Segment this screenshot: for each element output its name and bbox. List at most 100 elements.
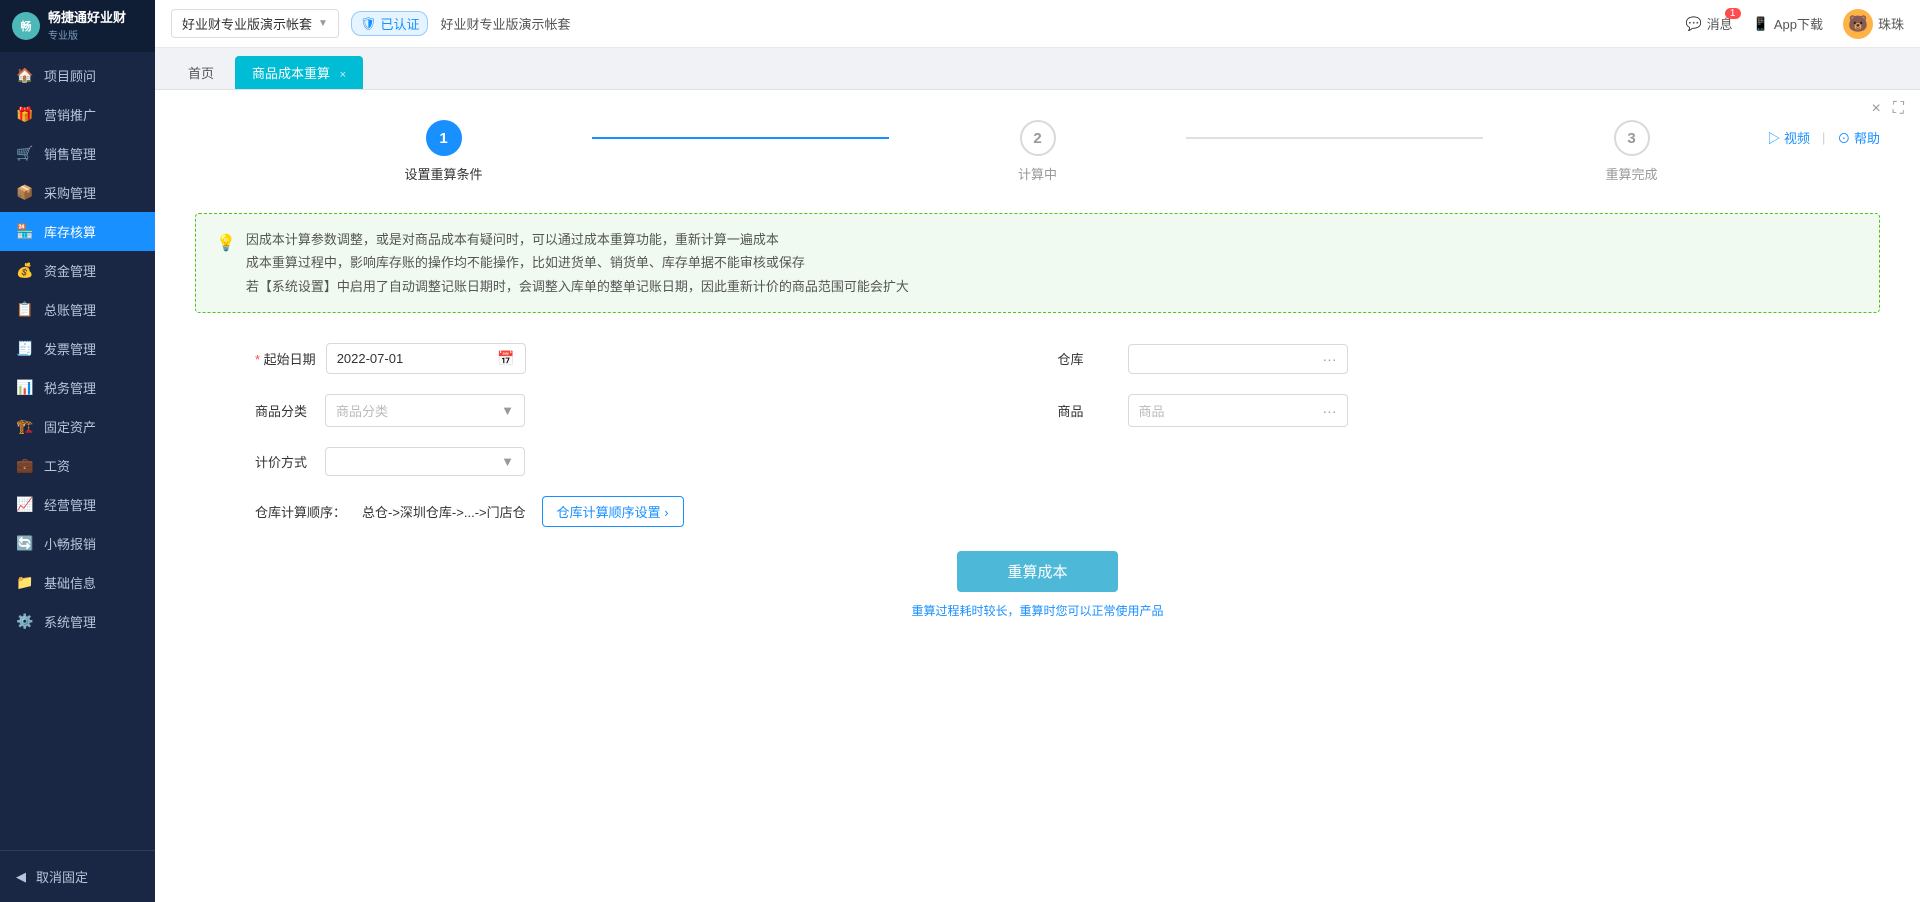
tab-cost-recalc[interactable]: 商品成本重算 × xyxy=(235,56,363,89)
operations-icon: 📈 xyxy=(16,496,34,514)
step-2-circle: 2 xyxy=(1020,120,1056,156)
form-row-2: 商品分类 商品分类 ▼ 商品 商品 ··· xyxy=(255,394,1820,427)
step-3: 3 重算完成 xyxy=(1483,120,1780,183)
form-row-3: 计价方式 ▼ xyxy=(255,447,1820,476)
step-line-1 xyxy=(592,137,889,139)
close-window-button[interactable]: × xyxy=(1871,100,1880,118)
sidebar-bottom: ◀ 取消固定 xyxy=(0,850,155,902)
submit-hint: 重算过程耗时较长，重算时您可以正常使用产品 xyxy=(911,602,1163,619)
sidebar-item-label: 工资 xyxy=(44,456,70,475)
calendar-icon[interactable]: 📅 xyxy=(497,350,514,367)
sidebar-item-sales[interactable]: 🛒 销售管理 xyxy=(0,134,155,173)
category-select[interactable]: 商品分类 ▼ xyxy=(325,394,525,427)
sidebar-item-system[interactable]: ⚙️ 系统管理 xyxy=(0,602,155,641)
sidebar-item-label: 小畅报销 xyxy=(44,534,96,553)
sidebar-item-label: 基础信息 xyxy=(44,573,96,592)
sidebar-item-label: 库存核算 xyxy=(44,222,96,241)
sidebar-item-assets[interactable]: 🏗️ 固定资产 xyxy=(0,407,155,446)
sales-icon: 🛒 xyxy=(16,145,34,163)
sidebar-item-label: 总账管理 xyxy=(44,300,96,319)
sidebar-item-label: 税务管理 xyxy=(44,378,96,397)
tab-close-icon[interactable]: × xyxy=(340,69,346,81)
sidebar-item-project[interactable]: 🏠项目顾问 xyxy=(0,56,155,95)
submit-button[interactable]: 重算成本 xyxy=(957,551,1117,592)
tax-icon: 📊 xyxy=(16,379,34,397)
more-icon[interactable]: ··· xyxy=(1323,351,1337,367)
warehouse-order-row: 仓库计算顺序： 总仓->深圳仓库->...->门店仓 仓库计算顺序设置 › xyxy=(195,496,1880,527)
basic-icon: 📁 xyxy=(16,574,34,592)
start-date-input[interactable]: 2022-07-01 📅 xyxy=(326,343,526,374)
app-download-button[interactable]: 📱 App下载 xyxy=(1753,14,1823,33)
form-row-1: 起始日期 2022-07-01 📅 仓库 ··· xyxy=(255,343,1820,374)
steps-container: 1 设置重算条件 2 计算中 3 重算完成 ▷ 视频 | ⊙ xyxy=(195,120,1880,183)
submit-area: 重算成本 重算过程耗时较长，重算时您可以正常使用产品 xyxy=(195,551,1880,619)
sidebar-item-operations[interactable]: 📈经营管理 xyxy=(0,485,155,524)
system-icon: ⚙️ xyxy=(16,613,34,631)
tab-home[interactable]: 首页 xyxy=(171,56,231,89)
sidebar-item-invoice[interactable]: 🧾 发票管理 xyxy=(0,329,155,368)
sidebar-unpin[interactable]: ◀ 取消固定 xyxy=(0,859,155,894)
avatar: 🐻 xyxy=(1843,9,1873,39)
topbar-right: 💬 消息 1 📱 App下载 🐻 珠珠 xyxy=(1685,9,1904,39)
purchase-icon: 📦 xyxy=(16,184,34,202)
warehouse-input[interactable]: ··· xyxy=(1128,344,1348,374)
sidebar-item-purchase[interactable]: 📦采购管理 xyxy=(0,173,155,212)
account-select[interactable]: 好业财专业版演示帐套 ▼ xyxy=(171,9,339,38)
warehouse-field: 仓库 ··· xyxy=(1058,344,1821,374)
accounting-icon: 📋 xyxy=(16,301,34,319)
step-3-label: 重算完成 xyxy=(1605,164,1657,183)
pricing-field: 计价方式 ▼ xyxy=(255,447,1018,476)
sidebar-item-inventory[interactable]: 🏪库存核算 xyxy=(0,212,155,251)
message-icon: 💬 xyxy=(1685,16,1701,32)
sidebar-item-finance[interactable]: 💰 资金管理 xyxy=(0,251,155,290)
more-icon[interactable]: ··· xyxy=(1323,403,1337,419)
account-name: 好业财专业版演示帐套 xyxy=(440,14,570,33)
start-date-label: 起始日期 xyxy=(255,349,316,368)
goods-input[interactable]: 商品 ··· xyxy=(1128,394,1348,427)
step-1-label: 设置重算条件 xyxy=(404,164,482,183)
sidebar-item-label: 资金管理 xyxy=(44,261,96,280)
warehouse-order-value: 总仓->深圳仓库->...->门店仓 xyxy=(362,502,526,521)
tabbar: 首页 商品成本重算 × xyxy=(155,48,1920,90)
warehouse-order-settings-button[interactable]: 仓库计算顺序设置 › xyxy=(542,496,684,527)
category-label: 商品分类 xyxy=(255,401,315,420)
divider: | xyxy=(1822,130,1825,145)
category-field: 商品分类 商品分类 ▼ xyxy=(255,394,1018,427)
sidebar-item-basic[interactable]: 📁 基础信息 xyxy=(0,563,155,602)
sidebar-item-label: 系统管理 xyxy=(44,612,96,631)
warehouse-order-label: 仓库计算顺序： xyxy=(255,502,346,521)
sidebar-item-label: 销售管理 xyxy=(44,144,96,163)
goods-field: 商品 商品 ··· xyxy=(1058,394,1821,427)
shield-icon: 🛡 xyxy=(360,16,377,32)
mobile-icon: 📱 xyxy=(1753,16,1769,32)
pricing-select[interactable]: ▼ xyxy=(325,447,525,476)
info-box: 💡 因成本计算参数调整，或是对商品成本有疑问时，可以通过成本重算功能，重新计算一… xyxy=(195,213,1880,313)
message-button[interactable]: 💬 消息 1 xyxy=(1685,14,1732,33)
help-link[interactable]: ⊙ 帮助 xyxy=(1837,128,1880,147)
step-2-label: 计算中 xyxy=(1018,164,1057,183)
sidebar-item-label: 发票管理 xyxy=(44,339,96,358)
sidebar-item-expense[interactable]: 🔄 小畅报销 xyxy=(0,524,155,563)
sidebar-item-salary[interactable]: 💼工资 xyxy=(0,446,155,485)
finance-icon: 💰 xyxy=(16,262,34,280)
goods-label: 商品 xyxy=(1058,401,1118,420)
warehouse-label: 仓库 xyxy=(1058,349,1118,368)
expand-window-button[interactable]: ⛶ xyxy=(1893,100,1904,118)
invoice-icon: 🧾 xyxy=(16,340,34,358)
step-1: 1 设置重算条件 xyxy=(295,120,592,183)
sidebar-item-label: 项目顾问 xyxy=(44,66,96,85)
user-menu[interactable]: 🐻 珠珠 xyxy=(1843,9,1904,39)
sidebar-item-tax[interactable]: 📊 税务管理 xyxy=(0,368,155,407)
app-subtitle: 专业版 xyxy=(48,27,126,42)
sidebar-item-accounting[interactable]: 📋 总账管理 xyxy=(0,290,155,329)
chevron-down-icon: ▼ xyxy=(501,454,514,469)
sidebar-nav: 🏠项目顾问🎁营销推广 🛒 销售管理 📦采购管理🏪库存核算 💰 资金管理 📋 总账管理 🧾 发票管理… xyxy=(0,52,155,850)
info-text: 因成本计算参数调整，或是对商品成本有疑问时，可以通过成本重算功能，重新计算一遍成… xyxy=(246,228,909,298)
step-2: 2 计算中 xyxy=(889,120,1186,183)
sidebar-item-label: 固定资产 xyxy=(44,417,96,436)
assets-icon: 🏗️ xyxy=(16,418,34,436)
expense-icon: 🔄 xyxy=(16,535,34,553)
sidebar-header: 畅 畅捷通好业财 专业版 xyxy=(0,0,155,52)
sidebar-item-marketing[interactable]: 🎁营销推广 xyxy=(0,95,155,134)
message-badge: 1 xyxy=(1725,8,1741,19)
